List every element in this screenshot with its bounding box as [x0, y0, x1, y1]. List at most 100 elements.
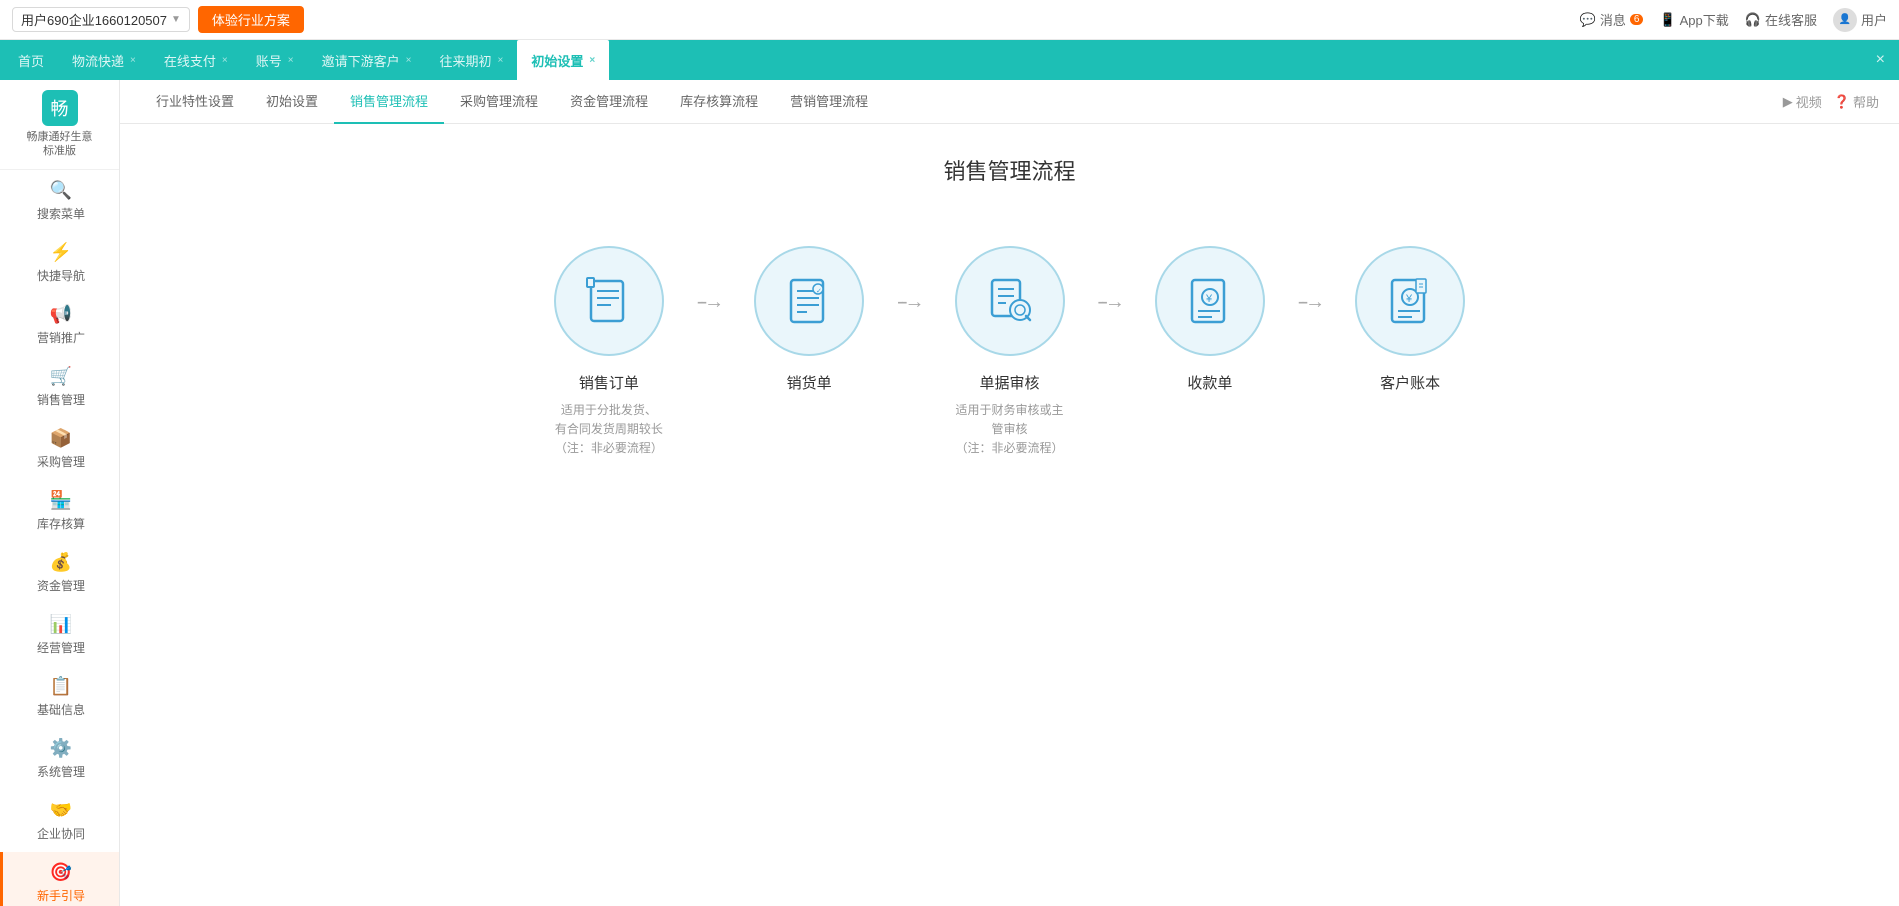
marketing-promo-icon: 📢: [50, 304, 72, 325]
search-icon: 🔍: [50, 180, 72, 201]
sub-tab-销售管理流程[interactable]: 销售管理流程: [334, 80, 444, 124]
nav-tabs: 首页物流快递×在线支付×账号×邀请下游客户×往来期初×初始设置× ×: [0, 40, 1899, 80]
window-close-button[interactable]: ×: [1866, 51, 1895, 69]
trial-button[interactable]: 体验行业方案: [198, 6, 304, 33]
sidebar-item-operations[interactable]: 📊 经营管理: [0, 604, 119, 666]
sidebar-item-search[interactable]: 🔍 搜索菜单: [0, 170, 119, 232]
sidebar-item-newbie[interactable]: 🎯 新手引导: [0, 852, 119, 906]
help-link[interactable]: ❓ 帮助: [1834, 92, 1879, 111]
sidebar-item-basic-info[interactable]: 📋 基础信息: [0, 666, 119, 728]
sidebar-item-label: 营销推广: [37, 329, 85, 346]
nav-tab-close-icon[interactable]: ×: [130, 55, 136, 66]
flow-diagram: 销售订单适用于分批发货、 有合同发货周期较长 （注：非必要流程） --→ ✓ 销货…: [160, 246, 1859, 459]
question-icon: ❓: [1834, 94, 1850, 110]
system-icon: ⚙️: [50, 738, 72, 759]
sub-tab-行业特性设置[interactable]: 行业特性设置: [140, 80, 250, 124]
sidebar-item-marketing-promo[interactable]: 📢 营销推广: [0, 294, 119, 356]
sub-tab-采购管理流程[interactable]: 采购管理流程: [444, 80, 554, 124]
flow-step-sales-invoice[interactable]: ✓ 销货单: [729, 246, 889, 401]
svg-text:¥: ¥: [1205, 293, 1213, 305]
content-area: 行业特性设置初始设置销售管理流程采购管理流程资金管理流程库存核算流程营销管理流程…: [120, 80, 1899, 906]
nav-tab-label: 邀请下游客户: [322, 51, 400, 70]
flow-step-name-doc-review: 单据审核: [979, 372, 1039, 393]
nav-tab-物流快递[interactable]: 物流快递×: [58, 40, 150, 80]
sidebar-item-purchase[interactable]: 📦 采购管理: [0, 418, 119, 480]
logo-text: 畅康通好生意标准版: [27, 130, 93, 159]
app-download-label: App下载: [1680, 10, 1729, 29]
flow-step-receipt[interactable]: ¥ 收款单: [1130, 246, 1290, 401]
video-link[interactable]: ▶ 视频: [1783, 92, 1822, 111]
flow-arrow-1: --→: [889, 291, 929, 314]
flow-circle-receipt: ¥: [1155, 246, 1265, 356]
user-selector[interactable]: 用户690企业1660120507 ▼: [12, 7, 190, 32]
phone-icon: 📱: [1659, 12, 1675, 28]
sidebar-item-sales[interactable]: 🛒 销售管理: [0, 356, 119, 418]
nav-tab-label: 首页: [18, 51, 44, 70]
flow-step-customer-ledger[interactable]: ¥ 客户账本: [1330, 246, 1490, 401]
flow-circle-doc-review: [955, 246, 1065, 356]
sidebar-item-quick[interactable]: ⚡ 快捷导航: [0, 232, 119, 294]
user-avatar-item[interactable]: 👤 用户: [1833, 8, 1887, 32]
flow-step-name-sales-order: 销售订单: [579, 372, 639, 393]
sidebar-item-inventory[interactable]: 🏪 库存核算: [0, 480, 119, 542]
svg-text:¥: ¥: [1405, 293, 1413, 305]
sub-tab-资金管理流程[interactable]: 资金管理流程: [554, 80, 664, 124]
svg-text:✓: ✓: [816, 288, 822, 295]
nav-tab-label: 账号: [256, 51, 282, 70]
message-badge: 6: [1630, 14, 1644, 25]
flow-step-desc-sales-order: 适用于分批发货、 有合同发货周期较长 （注：非必要流程）: [555, 401, 663, 459]
top-header: 用户690企业1660120507 ▼ 体验行业方案 💬 消息 6 📱 App下…: [0, 0, 1899, 40]
header-right: 💬 消息 6 📱 App下载 🎧 在线客服 👤 用户: [1580, 8, 1887, 32]
flow-step-desc-doc-review: 适用于财务审核或主 管审核 （注：非必要流程）: [955, 401, 1063, 459]
sub-tab-初始设置[interactable]: 初始设置: [250, 80, 334, 124]
flow-circle-customer-ledger: ¥: [1355, 246, 1465, 356]
nav-tab-往来期初[interactable]: 往来期初×: [425, 40, 517, 80]
message-label: 消息: [1600, 10, 1626, 29]
logo-icon: 畅: [42, 90, 78, 126]
sidebar-item-label: 快捷导航: [37, 267, 85, 284]
page-title: 销售管理流程: [160, 154, 1859, 186]
nav-tab-close-icon[interactable]: ×: [222, 55, 228, 66]
app-download-item[interactable]: 📱 App下载: [1659, 10, 1728, 29]
play-icon: ▶: [1783, 94, 1793, 110]
nav-tab-close-icon[interactable]: ×: [288, 55, 294, 66]
nav-tab-邀请下游客户[interactable]: 邀请下游客户 ×: [308, 40, 426, 80]
sidebar-item-label: 资金管理: [37, 577, 85, 594]
flow-step-sales-order[interactable]: 销售订单适用于分批发货、 有合同发货周期较长 （注：非必要流程）: [529, 246, 689, 459]
sidebar-item-label: 库存核算: [37, 515, 85, 532]
operations-icon: 📊: [50, 614, 72, 635]
help-label: 帮助: [1853, 92, 1879, 111]
sub-tab-库存核算流程[interactable]: 库存核算流程: [664, 80, 774, 124]
sidebar-item-enterprise-collab[interactable]: 🤝 企业协同: [0, 790, 119, 852]
online-service-item[interactable]: 🎧 在线客服: [1745, 10, 1817, 29]
nav-tab-close-icon[interactable]: ×: [589, 55, 595, 66]
headset-icon: 🎧: [1745, 12, 1761, 28]
sidebar-item-finance[interactable]: 💰 资金管理: [0, 542, 119, 604]
header-left: 用户690企业1660120507 ▼ 体验行业方案: [12, 6, 304, 33]
sidebar-item-label: 系统管理: [37, 763, 85, 780]
nav-tab-在线支付[interactable]: 在线支付 ×: [150, 40, 242, 80]
nav-tab-初始设置[interactable]: 初始设置×: [517, 40, 609, 80]
sales-icon: 🛒: [50, 366, 72, 387]
sub-tab-营销管理流程[interactable]: 营销管理流程: [774, 80, 884, 124]
sidebar-logo: 畅 畅康通好生意标准版: [0, 80, 119, 170]
sidebar-item-label: 采购管理: [37, 453, 85, 470]
nav-tab-账号[interactable]: 账号 ×: [242, 40, 308, 80]
online-service-label: 在线客服: [1765, 10, 1817, 29]
nav-tab-close-icon[interactable]: ×: [406, 55, 412, 66]
flow-step-doc-review[interactable]: 单据审核适用于财务审核或主 管审核 （注：非必要流程）: [930, 246, 1090, 459]
finance-icon: 💰: [50, 552, 72, 573]
page-content: 销售管理流程 销售订单适用于分批发货、 有合同发货周期较长 （注：非必要流程） -…: [120, 124, 1899, 906]
sub-tabs-right: ▶ 视频 ❓ 帮助: [1783, 92, 1879, 111]
nav-tab-close-icon[interactable]: ×: [497, 55, 503, 66]
avatar: 👤: [1833, 8, 1857, 32]
user-selector-label: 用户690企业1660120507: [21, 10, 167, 29]
nav-tab-首页[interactable]: 首页: [4, 40, 58, 80]
nav-tab-label: 在线支付: [164, 51, 216, 70]
message-item[interactable]: 💬 消息 6: [1580, 10, 1644, 29]
sidebar-item-label: 销售管理: [37, 391, 85, 408]
flow-step-name-sales-invoice: 销货单: [787, 372, 832, 393]
sidebar-item-label: 搜索菜单: [37, 205, 85, 222]
sidebar-item-system[interactable]: ⚙️ 系统管理: [0, 728, 119, 790]
flow-step-name-customer-ledger: 客户账本: [1380, 372, 1440, 393]
